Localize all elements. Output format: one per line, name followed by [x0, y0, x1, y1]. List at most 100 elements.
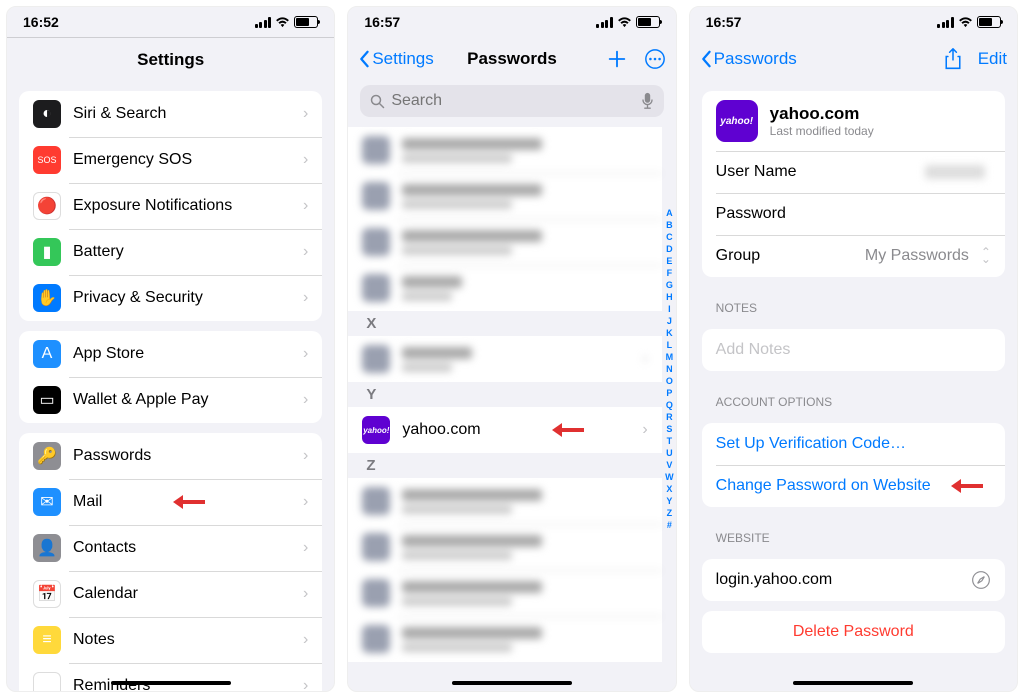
settings-row[interactable]: ▭Wallet & Apple Pay›: [19, 377, 322, 423]
change-password-button[interactable]: Change Password on Website: [702, 465, 1005, 507]
passwords-list[interactable]: X › Y yahoo! yahoo.com › Z: [348, 127, 675, 691]
search-input[interactable]: [391, 92, 634, 110]
chevron-left-icon: [358, 50, 370, 68]
row-label: Calendar: [73, 585, 303, 603]
app-icon: ≡: [33, 626, 61, 654]
chevron-right-icon: ›: [303, 151, 308, 169]
status-time: 16:57: [706, 14, 742, 30]
row-label: Contacts: [73, 539, 303, 557]
yahoo-icon: yahoo!: [716, 100, 758, 142]
notes-field[interactable]: Add Notes: [702, 329, 1005, 371]
settings-row[interactable]: ✋Privacy & Security›: [19, 275, 322, 321]
battery-icon: [294, 16, 318, 28]
app-icon: ⋮: [33, 672, 61, 691]
row-label: Siri & Search: [73, 105, 303, 123]
notes-header: NOTES: [690, 287, 1017, 319]
index-az[interactable]: ABCDEFGHIJKLMNOPQRSTUVWXYZ#: [665, 207, 674, 531]
row-label: Exposure Notifications: [73, 197, 303, 215]
more-button[interactable]: [644, 48, 666, 70]
delete-label: Delete Password: [716, 623, 991, 641]
status-icons: [937, 16, 1001, 28]
username-row[interactable]: User Name: [702, 151, 1005, 193]
chevron-right-icon: ›: [642, 421, 647, 439]
chevron-right-icon: ›: [303, 447, 308, 465]
back-button[interactable]: Settings: [358, 49, 433, 69]
settings-row[interactable]: AApp Store›: [19, 331, 322, 377]
settings-row[interactable]: SOS Emergency SOS›: [19, 137, 322, 183]
chevron-right-icon: ›: [303, 391, 308, 409]
settings-row[interactable]: ≡Notes›: [19, 617, 322, 663]
delete-button[interactable]: Delete Password: [702, 611, 1005, 653]
settings-row[interactable]: 🔴Exposure Notifications›: [19, 183, 322, 229]
home-indicator: [111, 681, 231, 685]
app-icon: SOS: [33, 146, 61, 174]
settings-row[interactable]: ◐Siri & Search›: [19, 91, 322, 137]
annotation-arrow: [173, 495, 213, 509]
modified-date: Last modified today: [770, 124, 874, 138]
battery-icon: [977, 16, 1001, 28]
app-icon: ✉: [33, 488, 61, 516]
nav-bar: Passwords Edit: [690, 37, 1017, 81]
password-label: Password: [716, 205, 991, 223]
password-yahoo[interactable]: yahoo! yahoo.com ›: [348, 407, 661, 453]
edit-button[interactable]: Edit: [978, 49, 1007, 69]
chevron-right-icon: ›: [303, 539, 308, 557]
settings-row[interactable]: ▮ Battery›: [19, 229, 322, 275]
options-header: ACCOUNT OPTIONS: [690, 381, 1017, 413]
page-title: Passwords: [467, 49, 557, 69]
back-button[interactable]: Passwords: [700, 49, 797, 69]
search-bar[interactable]: [360, 85, 663, 117]
status-bar: 16:52: [7, 7, 334, 37]
website-row[interactable]: login.yahoo.com: [702, 559, 1005, 601]
safari-icon: [971, 570, 991, 590]
nav-bar: Settings Passwords: [348, 37, 675, 81]
username-label: User Name: [716, 163, 925, 181]
yahoo-icon: yahoo!: [362, 416, 390, 444]
website-value: login.yahoo.com: [716, 571, 971, 589]
add-button[interactable]: [606, 48, 628, 70]
chevron-right-icon: ›: [303, 677, 308, 691]
status-time: 16:52: [23, 14, 59, 30]
section-x: X: [348, 311, 661, 336]
password-row[interactable]: Password: [702, 193, 1005, 235]
mic-icon[interactable]: [641, 92, 654, 110]
section-y: Y: [348, 382, 661, 407]
notes-placeholder: Add Notes: [716, 341, 991, 359]
password-site: yahoo.com: [402, 421, 552, 439]
chevron-right-icon: ›: [303, 243, 308, 261]
section-z: Z: [348, 453, 661, 478]
group-row[interactable]: Group My Passwords ⌃⌄: [702, 235, 1005, 277]
annotation-arrow: [951, 479, 991, 493]
row-label: Battery: [73, 243, 303, 261]
app-icon: ▮: [33, 238, 61, 266]
verify-label: Set Up Verification Code…: [716, 435, 991, 453]
back-label: Settings: [372, 49, 433, 69]
annotation-arrow: [552, 423, 592, 437]
list-item[interactable]: ›: [348, 336, 661, 382]
row-label: App Store: [73, 345, 303, 363]
row-label: Emergency SOS: [73, 151, 303, 169]
verify-button[interactable]: Set Up Verification Code…: [702, 423, 1005, 465]
settings-row[interactable]: ⋮Reminders›: [19, 663, 322, 691]
home-indicator: [793, 681, 913, 685]
app-icon: ◐: [33, 100, 61, 128]
group-value: My Passwords: [865, 247, 969, 265]
settings-row[interactable]: 👤Contacts›: [19, 525, 322, 571]
back-label: Passwords: [714, 49, 797, 69]
status-icons: [596, 16, 660, 28]
settings-row[interactable]: 📅Calendar›: [19, 571, 322, 617]
username-value: [925, 165, 985, 179]
app-icon: 📅: [33, 580, 61, 608]
detail-content[interactable]: yahoo! yahoo.com Last modified today Use…: [690, 81, 1017, 691]
settings-row[interactable]: 🔑Passwords›: [19, 433, 322, 479]
phone-password-detail: 16:57 Passwords Edit yahoo! yahoo.com La…: [689, 6, 1018, 692]
app-icon: ▭: [33, 386, 61, 414]
settings-row[interactable]: ✉Mail›: [19, 479, 322, 525]
search-icon: [370, 94, 385, 109]
app-icon: A: [33, 340, 61, 368]
settings-list[interactable]: ◐Siri & Search›SOSEmergency SOS›🔴Exposur…: [7, 81, 334, 691]
app-icon: 🔴: [33, 192, 61, 220]
share-button[interactable]: [944, 48, 962, 70]
row-label: Privacy & Security: [73, 289, 303, 307]
app-icon: ✋: [33, 284, 61, 312]
